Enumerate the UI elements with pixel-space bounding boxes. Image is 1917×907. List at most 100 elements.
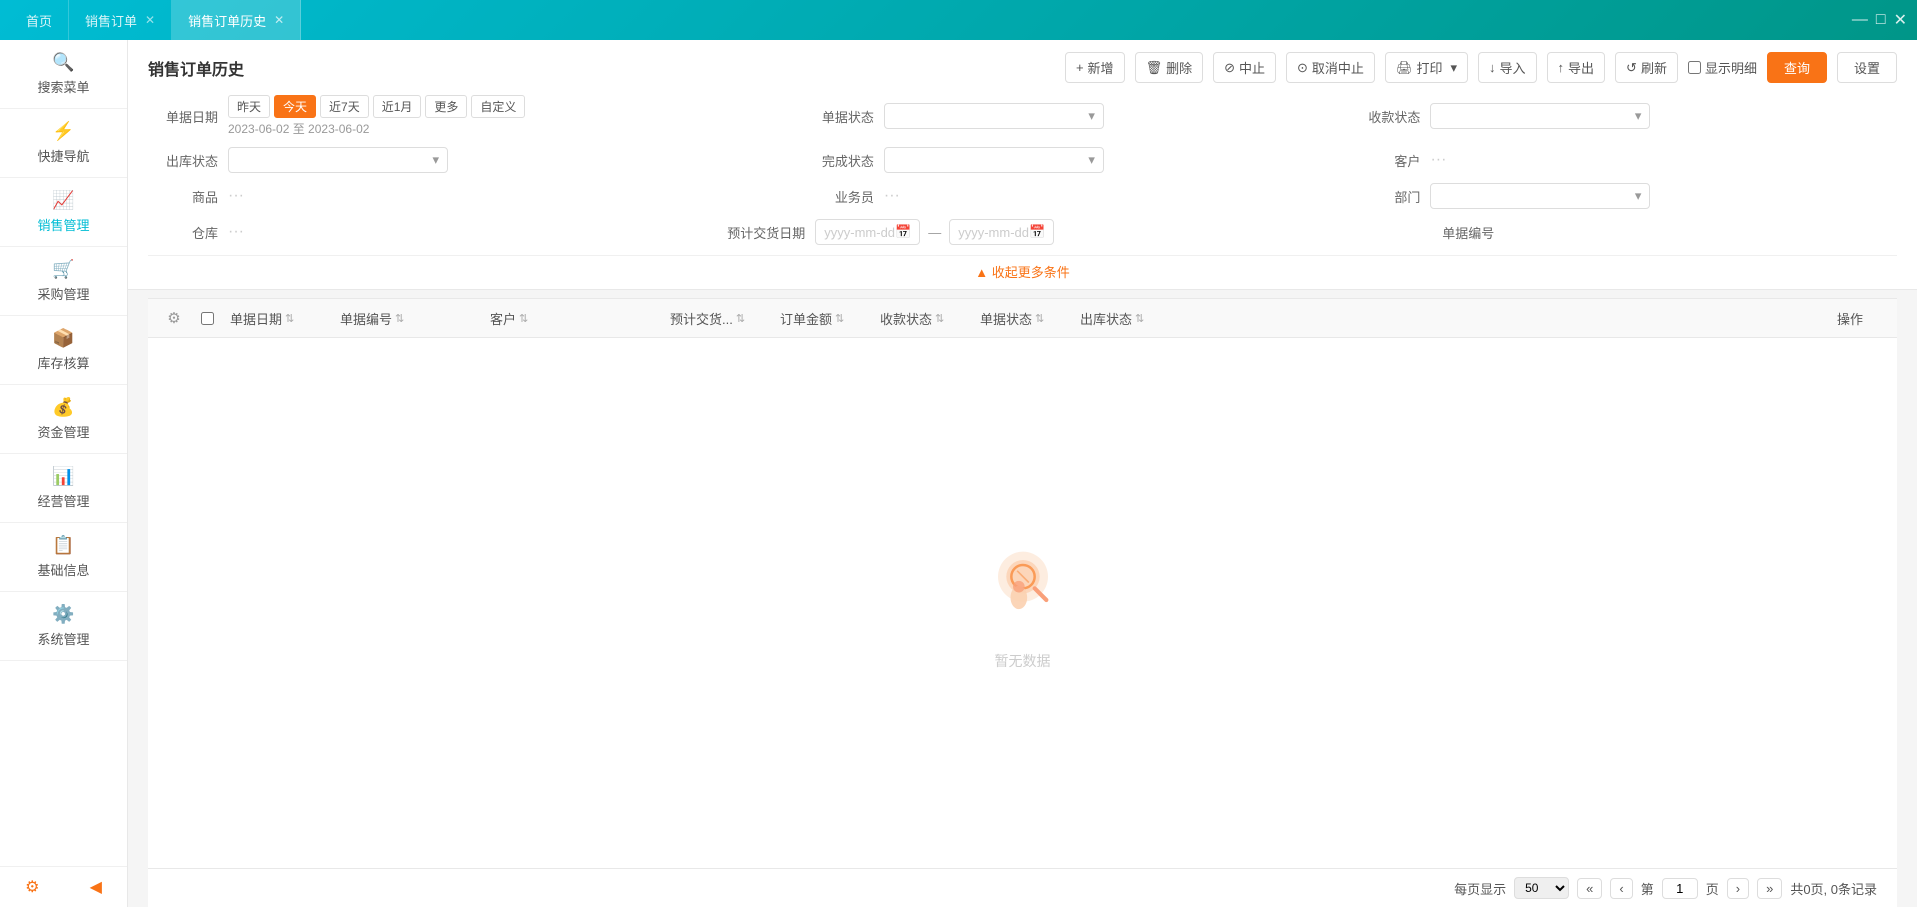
out-status-label: 出库状态 <box>148 151 228 170</box>
more-btn[interactable]: 更多 <box>425 95 467 118</box>
sidebar-item-search-menu[interactable]: 🔍 搜索菜单 <box>0 40 127 109</box>
query-btn[interactable]: 查询 <box>1767 52 1827 83</box>
first-page-btn[interactable]: « <box>1577 878 1602 899</box>
th-docno[interactable]: 单据编号 ⇅ <box>332 309 482 328</box>
customer-label: 客户 <box>1350 151 1430 170</box>
add-btn[interactable]: + 新增 <box>1065 52 1125 83</box>
main-layout: 🔍 搜索菜单 ⚡ 快捷导航 📈 销售管理 🛒 采购管理 📦 库存核算 💰 资金管… <box>0 40 1917 907</box>
doc-status-select[interactable]: ▾ <box>884 103 1104 129</box>
doc-status-label: 单据状态 <box>804 107 884 126</box>
receipt-status-dropdown-icon: ▾ <box>1635 108 1642 124</box>
sidebar: 🔍 搜索菜单 ⚡ 快捷导航 📈 销售管理 🛒 采购管理 📦 库存核算 💰 资金管… <box>0 40 128 907</box>
filter-customer-col: 客户 ··· <box>1350 151 1897 170</box>
delivery-date-start-input[interactable]: yyyy-mm-dd 📅 <box>815 219 920 245</box>
filter-complete-status-col: 完成状态 ▾ <box>804 147 1351 173</box>
delete-btn[interactable]: 🗑 删除 <box>1135 52 1204 83</box>
sidebar-item-ops-mgmt[interactable]: 📊 经营管理 <box>0 454 127 523</box>
th-delivery[interactable]: 预计交货... ⇅ <box>662 309 772 328</box>
content-inner: ⚙ 单据日期 ⇅ 单据编号 ⇅ 客户 ⇅ <box>128 290 1917 907</box>
receipt-status-label: 收款状态 <box>1350 107 1430 126</box>
sidebar-item-basic-info[interactable]: 📋 基础信息 <box>0 523 127 592</box>
warehouse-ellipsis[interactable]: ··· <box>228 223 244 241</box>
last7-btn[interactable]: 近7天 <box>320 95 369 118</box>
th-customer[interactable]: 客户 ⇅ <box>482 309 662 328</box>
th-out-status[interactable]: 出库状态 ⇅ <box>1072 309 1172 328</box>
export-icon: ↑ <box>1558 60 1565 75</box>
collapse-bar[interactable]: ▲ 收起更多条件 <box>148 255 1897 289</box>
sidebar-collapse-btn[interactable]: ◀ <box>90 877 102 897</box>
page-size-label: 每页显示 <box>1454 879 1506 898</box>
filter-row-2: 出库状态 ▾ 完成状态 ▾ 客户 <box>148 147 1897 173</box>
filter-goods-col: 商品 ··· <box>148 187 804 206</box>
filter-row-4: 仓库 ··· 预计交货日期 yyyy-mm-dd 📅 — yyyy <box>148 219 1897 245</box>
show-detail-checkbox[interactable] <box>1688 61 1701 74</box>
tab-home[interactable]: 首页 <box>10 0 69 40</box>
last-page-btn[interactable]: » <box>1757 878 1782 899</box>
out-status-select[interactable]: ▾ <box>228 147 448 173</box>
empty-illustration <box>973 535 1073 635</box>
sidebar-item-sales-mgmt[interactable]: 📈 销售管理 <box>0 178 127 247</box>
dept-label: 部门 <box>1350 187 1430 206</box>
refresh-btn[interactable]: ↺ 刷新 <box>1615 52 1678 83</box>
sales-mgmt-icon: 📈 <box>52 190 74 211</box>
salesperson-ellipsis[interactable]: ··· <box>884 187 900 205</box>
print-btn[interactable]: 🖨 打印 ▾ <box>1385 52 1468 83</box>
content-area: 销售订单历史 + 新增 🗑 删除 ⊘ 中止 ⊙ <box>128 40 1917 907</box>
close-sales-order-tab[interactable]: ✕ <box>145 13 155 27</box>
customer-ellipsis[interactable]: ··· <box>1430 151 1446 169</box>
page-size-select[interactable]: 50 10 20 100 <box>1514 877 1569 899</box>
sort-customer-icon: ⇅ <box>519 312 528 325</box>
select-all-checkbox[interactable] <box>201 312 214 325</box>
show-detail-checkbox-label[interactable]: 显示明细 <box>1688 58 1757 77</box>
last30-btn[interactable]: 近1月 <box>373 95 422 118</box>
refresh-icon: ↺ <box>1626 60 1637 76</box>
today-btn[interactable]: 今天 <box>274 95 316 118</box>
tab-sales-order[interactable]: 销售订单 ✕ <box>69 0 172 40</box>
th-doc-status[interactable]: 单据状态 ⇅ <box>972 309 1072 328</box>
next-page-btn[interactable]: › <box>1727 878 1749 899</box>
complete-status-select[interactable]: ▾ <box>884 147 1104 173</box>
th-date[interactable]: 单据日期 ⇅ <box>222 309 332 328</box>
import-btn[interactable]: ↓ 导入 <box>1478 52 1537 83</box>
settings-btn[interactable]: 设置 <box>1837 52 1897 83</box>
sidebar-item-capital-mgmt[interactable]: 💰 资金管理 <box>0 385 127 454</box>
filter-area: 单据日期 昨天 今天 近7天 近1月 更多 自定义 2023-06-02 至 2… <box>148 95 1897 289</box>
export-btn[interactable]: ↑ 导出 <box>1547 52 1606 83</box>
sidebar-item-inventory[interactable]: 📦 库存核算 <box>0 316 127 385</box>
sidebar-settings-btn[interactable]: ⚙ <box>25 877 39 897</box>
minimize-btn[interactable]: — <box>1852 11 1868 29</box>
total-text: 共0页, 0条记录 <box>1790 879 1877 898</box>
sidebar-item-quick-nav[interactable]: ⚡ 快捷导航 <box>0 109 127 178</box>
maximize-btn[interactable]: □ <box>1876 11 1886 29</box>
sidebar-item-sys-mgmt[interactable]: ⚙️ 系统管理 <box>0 592 127 661</box>
pagination-bar: 每页显示 50 10 20 100 « ‹ 第 页 › » 共0页, 0条记录 <box>148 868 1897 907</box>
column-settings-btn[interactable]: ⚙ <box>156 309 192 327</box>
dept-select[interactable]: ▾ <box>1430 183 1650 209</box>
yesterday-btn[interactable]: 昨天 <box>228 95 270 118</box>
custom-btn[interactable]: 自定义 <box>471 95 525 118</box>
print-dropdown-icon: ▾ <box>1450 60 1457 76</box>
prev-page-btn[interactable]: ‹ <box>1610 878 1632 899</box>
th-receipt-status[interactable]: 收款状态 ⇅ <box>872 309 972 328</box>
filter-salesperson-col: 业务员 ··· <box>804 187 1351 206</box>
close-history-tab[interactable]: ✕ <box>274 13 284 27</box>
tab-sales-order-history[interactable]: 销售订单历史 ✕ <box>172 0 301 40</box>
doc-status-dropdown-icon: ▾ <box>1088 108 1095 124</box>
delivery-date-end-input[interactable]: yyyy-mm-dd 📅 <box>949 219 1054 245</box>
page-number-input[interactable] <box>1662 878 1698 899</box>
th-amount[interactable]: 订单金额 ⇅ <box>772 309 872 328</box>
ops-mgmt-icon: 📊 <box>52 466 74 487</box>
goods-ellipsis[interactable]: ··· <box>228 187 244 205</box>
date-range-text: 2023-06-02 至 2023-06-02 <box>228 120 525 137</box>
select-all-checkbox-col <box>192 312 222 325</box>
cancel-stop-icon: ⊙ <box>1297 60 1308 76</box>
cal-start-icon: 📅 <box>895 224 911 240</box>
stop-btn[interactable]: ⊘ 中止 <box>1213 52 1276 83</box>
sidebar-item-purchase-mgmt[interactable]: 🛒 采购管理 <box>0 247 127 316</box>
close-btn[interactable]: ✕ <box>1894 10 1907 30</box>
import-icon: ↓ <box>1489 60 1496 75</box>
delivery-date-label: 预计交货日期 <box>715 223 815 242</box>
cancel-stop-btn[interactable]: ⊙ 取消中止 <box>1286 52 1375 83</box>
receipt-status-select[interactable]: ▾ <box>1430 103 1650 129</box>
th-action: 操作 <box>1829 309 1889 328</box>
